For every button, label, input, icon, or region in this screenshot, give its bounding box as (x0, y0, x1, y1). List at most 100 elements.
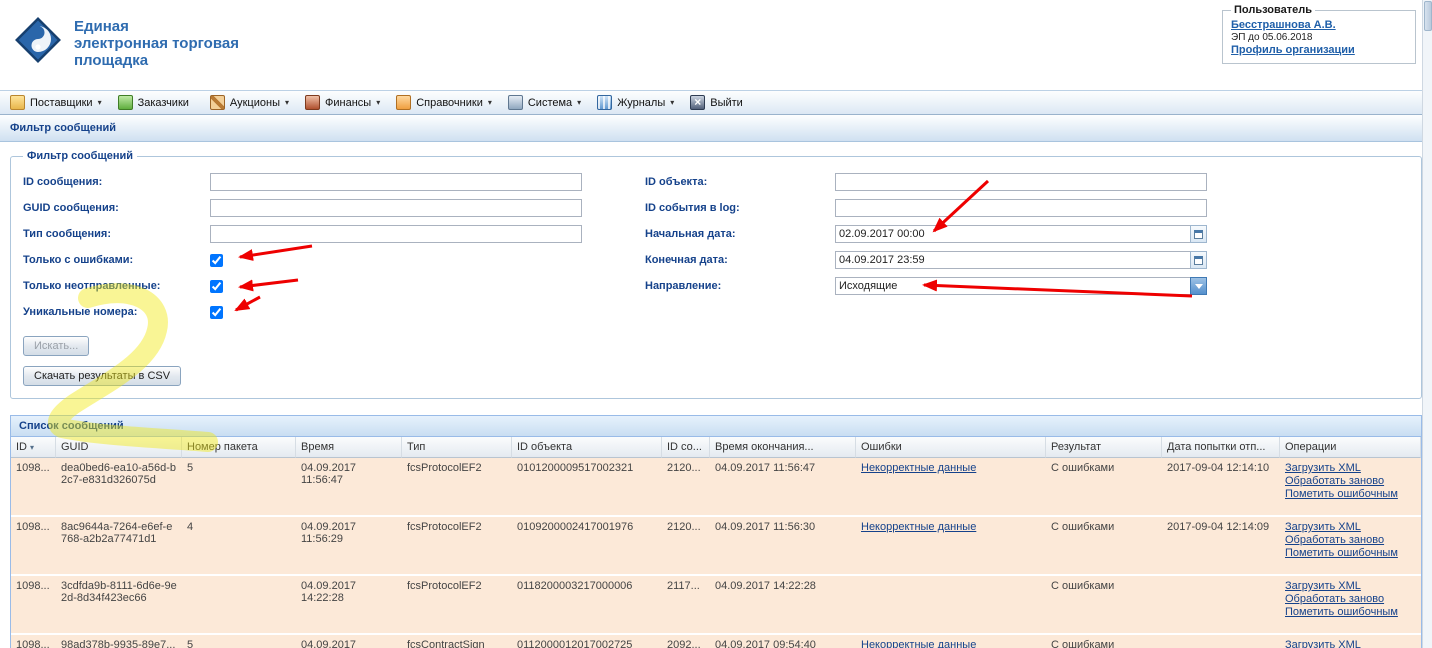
operation-mark-error-link[interactable]: Пометить ошибочным (1285, 488, 1416, 500)
page-title-bar: Фильтр сообщений (0, 115, 1432, 142)
cell-package (182, 576, 296, 635)
page-title: Фильтр сообщений (10, 122, 117, 134)
message-guid-label: GUID сообщения: (23, 202, 119, 214)
column-header-guid[interactable]: GUID (56, 437, 182, 458)
chevron-down-icon: ▾ (487, 98, 492, 107)
menu-item-suppliers[interactable]: Поставщики ▾ (10, 95, 102, 110)
menu-item-system[interactable]: Система ▾ (507, 95, 581, 110)
menu-item-customers[interactable]: Заказчики (117, 95, 194, 110)
download-csv-button[interactable]: Скачать результаты в CSV (23, 366, 182, 386)
message-type-input[interactable] (210, 225, 582, 243)
search-button[interactable]: Искать... (23, 336, 90, 356)
cell-end-time: 04.09.2017 09:54:40 (710, 635, 856, 648)
sort-desc-icon: ▾ (30, 443, 35, 452)
column-header-object-id[interactable]: ID объекта (512, 437, 662, 458)
column-header-event-id[interactable]: ID со... (662, 437, 710, 458)
unique-numbers-checkbox[interactable] (210, 305, 223, 319)
direction-label: Направление: (645, 280, 722, 292)
direction-combo-input[interactable] (835, 277, 1190, 295)
error-details-link[interactable]: Некорректные данные (861, 521, 976, 533)
menu-item-finance[interactable]: Финансы ▾ (305, 95, 380, 110)
menu-item-journals[interactable]: Журналы ▾ (597, 95, 674, 110)
user-panel: Пользователь Бесстрашнова А.В. ЭП до 05.… (1222, 4, 1416, 64)
end-date-calendar-button[interactable] (1190, 251, 1207, 269)
table-header-row: ID ▾ GUID Номер пакета Время Тип ID объек… (11, 437, 1421, 458)
column-header-time[interactable]: Время (296, 437, 402, 458)
site-title: Единая электронная торговая площадка (74, 18, 239, 69)
cell-event-id: 2120... (662, 517, 710, 576)
log-event-id-input[interactable] (835, 199, 1207, 217)
only-unsent-checkbox[interactable] (210, 279, 223, 293)
cell-id: 1098... (11, 635, 56, 648)
end-date-input[interactable] (835, 251, 1190, 269)
cell-operations: Загрузить XML Обработать заново Пометить… (1280, 576, 1421, 635)
table-row[interactable]: 1098... dea0bed6-ea10-a56d-b2c7-e831d326… (11, 458, 1421, 517)
cell-operations: Загрузить XML (1280, 635, 1421, 648)
column-header-operations[interactable]: Операции (1280, 437, 1421, 458)
main-menu: Поставщики ▾ Заказчики Аукционы ▾ Финанс… (0, 90, 1432, 115)
error-details-link[interactable]: Некорректные данные (861, 462, 976, 474)
operation-load-xml-link[interactable]: Загрузить XML (1285, 521, 1416, 533)
chevron-down-icon: ▾ (284, 98, 289, 107)
cell-end-time: 04.09.2017 11:56:30 (710, 517, 856, 576)
only-errors-checkbox[interactable] (210, 253, 223, 267)
only-unsent-label: Только неотправленные: (23, 280, 161, 292)
site-title-line3: площадка (74, 52, 149, 69)
cell-guid: 8ac9644a-7264-e6ef-e768-a2b2a77471d1 (56, 517, 182, 576)
column-header-type[interactable]: Тип (402, 437, 512, 458)
error-details-link[interactable]: Некорректные данные (861, 639, 976, 648)
menu-label: Журналы (617, 96, 666, 109)
column-header-errors[interactable]: Ошибки (856, 437, 1046, 458)
chevron-down-icon: ▾ (670, 98, 675, 107)
org-profile-link[interactable]: Профиль организации (1231, 44, 1407, 56)
etp-logo-icon (10, 12, 66, 68)
operation-load-xml-link[interactable]: Загрузить XML (1285, 580, 1416, 592)
cell-errors: Некорректные данные (856, 458, 1046, 517)
site-title-line1: Единая (74, 18, 129, 35)
unique-numbers-label: Уникальные номера: (23, 306, 138, 318)
cell-object-id: 0101200009517002321 (512, 458, 662, 517)
chevron-down-icon: ▾ (376, 98, 381, 107)
start-date-calendar-button[interactable] (1190, 225, 1207, 243)
chevron-down-icon: ▾ (97, 98, 102, 107)
cell-type: fcsContractSign (402, 635, 512, 648)
message-guid-input[interactable] (210, 199, 582, 217)
operation-load-xml-link[interactable]: Загрузить XML (1285, 639, 1416, 648)
operation-load-xml-link[interactable]: Загрузить XML (1285, 462, 1416, 474)
operation-mark-error-link[interactable]: Пометить ошибочным (1285, 606, 1416, 618)
direction-combo-trigger[interactable] (1190, 277, 1207, 295)
start-date-input[interactable] (835, 225, 1190, 243)
menu-item-exit[interactable]: Выйти (690, 95, 743, 110)
object-id-input[interactable] (835, 173, 1207, 191)
column-header-package[interactable]: Номер пакета (182, 437, 296, 458)
scrollbar-thumb[interactable] (1424, 1, 1432, 31)
menu-item-auctions[interactable]: Аукционы ▾ (209, 95, 289, 110)
operation-reprocess-link[interactable]: Обработать заново (1285, 475, 1416, 487)
messages-section-title: Список сообщений (11, 416, 1421, 437)
user-name-link[interactable]: Бесстрашнова А.В. (1231, 19, 1407, 31)
cell-type: fcsProtocolEF2 (402, 458, 512, 517)
cell-event-id: 2092... (662, 635, 710, 648)
column-header-id[interactable]: ID ▾ (11, 437, 56, 458)
table-row[interactable]: 1098... 98ad378b-9935-89e7...5 5 04.09.2… (11, 635, 1421, 648)
cell-result: С ошибками (1046, 458, 1162, 517)
column-header-result[interactable]: Результат (1046, 437, 1162, 458)
vertical-scrollbar[interactable] (1422, 0, 1432, 648)
cell-attempt-date: 2017-09-04 12:14:10 (1162, 458, 1280, 517)
cell-guid: 98ad378b-9935-89e7...5 (56, 635, 182, 648)
operation-reprocess-link[interactable]: Обработать заново (1285, 534, 1416, 546)
table-row[interactable]: 1098... 3cdfda9b-8111-6d6e-9e2d-8d34f423… (11, 576, 1421, 635)
column-header-end-time[interactable]: Время окончания... (710, 437, 856, 458)
cell-object-id: 0109200002417001976 (512, 517, 662, 576)
cell-guid: 3cdfda9b-8111-6d6e-9e2d-8d34f423ec66 (56, 576, 182, 635)
operation-reprocess-link[interactable]: Обработать заново (1285, 593, 1416, 605)
table-row[interactable]: 1098... 8ac9644a-7264-e6ef-e768-a2b2a774… (11, 517, 1421, 576)
cell-time: 04.09.2017 11:56:29 (296, 517, 402, 576)
cell-result: С ошибками (1046, 635, 1162, 648)
message-id-input[interactable] (210, 173, 582, 191)
column-header-attempt-date[interactable]: Дата попытки отп... (1162, 437, 1280, 458)
cell-time: 04.09.2017 (296, 635, 402, 648)
operation-mark-error-link[interactable]: Пометить ошибочным (1285, 547, 1416, 559)
message-type-label: Тип сообщения: (23, 228, 111, 240)
menu-item-directories[interactable]: Справочники ▾ (396, 95, 492, 110)
